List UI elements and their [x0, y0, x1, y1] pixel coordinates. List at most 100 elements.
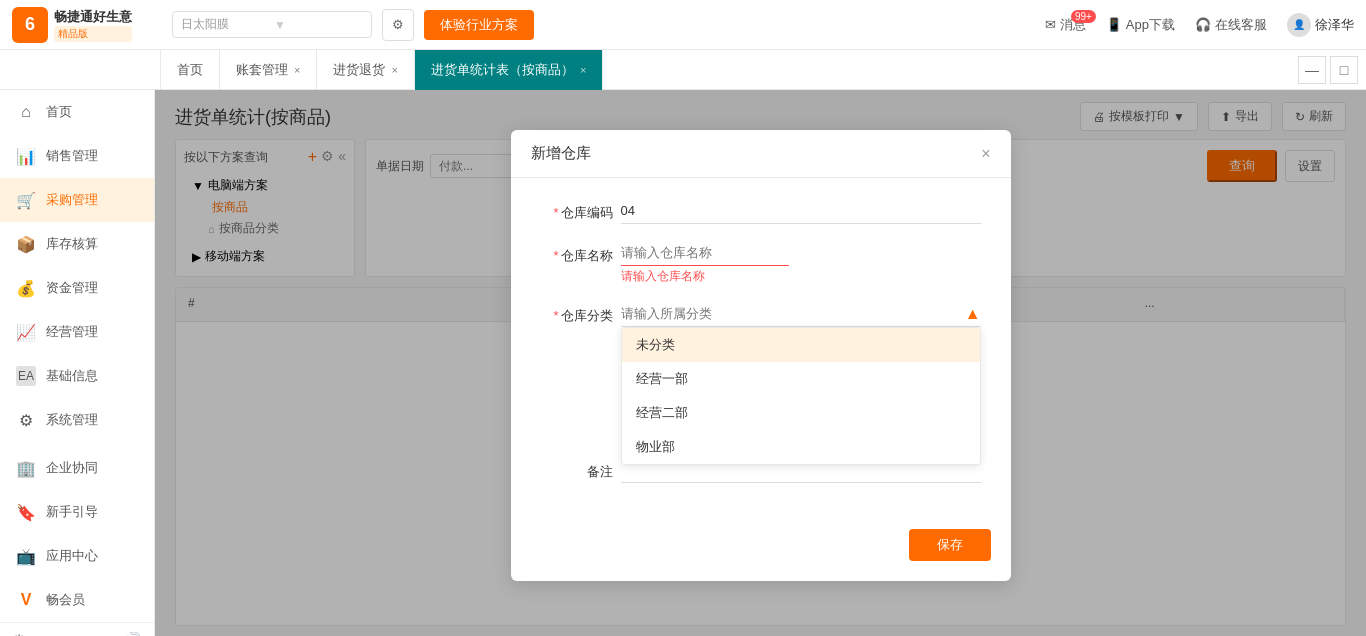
sidebar-item-operation[interactable]: 📈 经营管理 — [0, 310, 154, 354]
save-btn[interactable]: 保存 — [909, 529, 991, 561]
sidebar-inventory-label: 库存核算 — [46, 235, 98, 253]
finance-icon: 💰 — [16, 278, 36, 298]
tab-minimize-btn[interactable]: — — [1298, 56, 1326, 84]
tab-account-label: 账套管理 — [236, 61, 288, 79]
online-service-btn[interactable]: 🎧 在线客服 — [1195, 16, 1267, 34]
search-text: 日太阳膜 — [181, 16, 270, 33]
user-avatar: 👤 — [1287, 13, 1311, 37]
sidebar-item-enterprise[interactable]: 🏢 企业协同 — [0, 446, 154, 490]
sidebar-item-base[interactable]: EA 基础信息 — [0, 354, 154, 398]
modal-title: 新增仓库 — [531, 144, 591, 163]
modal-overlay: 新增仓库 × 仓库编码 仓库名称 — [155, 90, 1366, 636]
sidebar-sound-icon[interactable]: 🔊 — [122, 631, 142, 636]
modal-footer: 保存 — [511, 519, 1011, 581]
sidebar-home-label: 首页 — [46, 103, 72, 121]
messages-btn[interactable]: ✉ 消息 99+ — [1045, 16, 1086, 34]
tab-bar: 首页 账套管理 × 进货退货 × 进货单统计表（按商品） × — □ — [0, 50, 1366, 90]
tab-home[interactable]: 首页 — [160, 50, 220, 90]
sidebar-item-sales[interactable]: 📊 销售管理 — [0, 134, 154, 178]
logo-icon: 6 — [12, 7, 48, 43]
sidebar-vip-label: 畅会员 — [46, 591, 85, 609]
operation-icon: 📈 — [16, 322, 36, 342]
category-label: 仓库分类 — [541, 301, 621, 325]
logo-main-text: 畅捷通好生意 — [54, 8, 132, 26]
inventory-icon: 📦 — [16, 234, 36, 254]
online-service-label: 在线客服 — [1215, 16, 1267, 34]
username: 徐泽华 — [1315, 16, 1354, 34]
tab-purchase-stat[interactable]: 进货单统计表（按商品） × — [415, 50, 603, 90]
apps-icon: 📺 — [16, 546, 36, 566]
guide-icon: 🔖 — [16, 502, 36, 522]
name-label: 仓库名称 — [541, 241, 621, 265]
name-input[interactable] — [621, 240, 789, 266]
sidebar-item-purchase[interactable]: 🛒 采购管理 — [0, 178, 154, 222]
dropdown-item-1[interactable]: 经营一部 — [622, 362, 980, 396]
home-icon: ⌂ — [16, 102, 36, 122]
sidebar-item-finance[interactable]: 💰 资金管理 — [0, 266, 154, 310]
sidebar-item-home[interactable]: ⌂ 首页 — [0, 90, 154, 134]
category-input-wrapper: ▲ — [621, 301, 981, 327]
sidebar-guide-label: 新手引导 — [46, 503, 98, 521]
sidebar-sales-label: 销售管理 — [46, 147, 98, 165]
message-icon: ✉ — [1045, 17, 1056, 32]
main-layout: ⌂ 首页 📊 销售管理 🛒 采购管理 📦 库存核算 💰 资金管理 📈 经营管理 … — [0, 90, 1366, 636]
logo-text: 畅捷通好生意 精品版 — [54, 8, 132, 42]
code-row: 仓库编码 — [541, 198, 981, 224]
sidebar-operation-label: 经营管理 — [46, 323, 98, 341]
settings-icon-btn[interactable]: ⚙ — [382, 9, 414, 41]
dropdown-item-3[interactable]: 物业部 — [622, 430, 980, 464]
tab-right-actions: — □ — [1298, 56, 1366, 84]
sidebar-enterprise-label: 企业协同 — [46, 459, 98, 477]
modal-header: 新增仓库 × — [511, 130, 1011, 178]
dropdown-item-2[interactable]: 经营二部 — [622, 396, 980, 430]
sidebar-settings-icon[interactable]: ⚙ — [12, 631, 26, 636]
logo-area: 6 畅捷通好生意 精品版 — [12, 7, 162, 43]
sidebar-base-label: 基础信息 — [46, 367, 98, 385]
modal-body: 仓库编码 仓库名称 请输入仓库名称 — [511, 178, 1011, 519]
logo-badge: 精品版 — [54, 26, 132, 42]
add-warehouse-modal: 新增仓库 × 仓库编码 仓库名称 — [511, 130, 1011, 581]
enterprise-icon: 🏢 — [16, 458, 36, 478]
code-label: 仓库编码 — [541, 198, 621, 222]
user-area[interactable]: 👤 徐泽华 — [1287, 13, 1354, 37]
trial-btn[interactable]: 体验行业方案 — [424, 10, 534, 40]
category-row: 仓库分类 ▲ 未分类 经营一部 经营二部 物业部 — [541, 301, 981, 327]
tab-maximize-btn[interactable]: □ — [1330, 56, 1358, 84]
dropdown-item-0[interactable]: 未分类 — [622, 328, 980, 362]
sidebar-system-label: 系统管理 — [46, 411, 98, 429]
base-icon: EA — [16, 366, 36, 386]
sidebar-item-apps[interactable]: 📺 应用中心 — [0, 534, 154, 578]
top-header: 6 畅捷通好生意 精品版 日太阳膜 ▼ ⚙ 体验行业方案 ✉ 消息 99+ 📱 … — [0, 0, 1366, 50]
headset-icon: 🎧 — [1195, 17, 1211, 32]
sidebar-item-system[interactable]: ⚙ 系统管理 — [0, 398, 154, 442]
sidebar-item-vip[interactable]: V 畅会员 — [0, 578, 154, 622]
category-input[interactable] — [621, 301, 981, 327]
system-icon: ⚙ — [16, 410, 36, 430]
category-dropdown: 未分类 经营一部 经营二部 物业部 — [621, 327, 981, 465]
code-input[interactable] — [621, 198, 981, 224]
tab-purchase-stat-close[interactable]: × — [580, 64, 586, 76]
tab-account[interactable]: 账套管理 × — [220, 50, 317, 90]
sales-icon: 📊 — [16, 146, 36, 166]
tab-purchase-return-label: 进货退货 — [333, 61, 385, 79]
header-right: ✉ 消息 99+ 📱 App下载 🎧 在线客服 👤 徐泽华 — [1045, 13, 1354, 37]
tab-purchase-return[interactable]: 进货退货 × — [317, 50, 414, 90]
messages-badge: 99+ — [1071, 10, 1096, 23]
tab-purchase-return-close[interactable]: × — [391, 64, 397, 76]
search-bar[interactable]: 日太阳膜 ▼ — [172, 11, 372, 38]
vip-icon: V — [16, 590, 36, 610]
category-toggle-icon[interactable]: ▲ — [965, 305, 981, 323]
app-download-label: App下载 — [1126, 16, 1175, 34]
modal-close-btn[interactable]: × — [981, 145, 990, 163]
sidebar-item-inventory[interactable]: 📦 库存核算 — [0, 222, 154, 266]
tab-purchase-stat-label: 进货单统计表（按商品） — [431, 61, 574, 79]
sidebar-item-guide[interactable]: 🔖 新手引导 — [0, 490, 154, 534]
app-download-btn[interactable]: 📱 App下载 — [1106, 16, 1175, 34]
remark-label: 备注 — [541, 457, 621, 481]
tab-account-close[interactable]: × — [294, 64, 300, 76]
mobile-icon: 📱 — [1106, 17, 1122, 32]
content-area: 进货单统计(按商品) 🖨 按模板打印 ▼ ⬆ 导出 ↻ 刷新 — [155, 90, 1366, 636]
tab-home-label: 首页 — [177, 61, 203, 79]
sidebar-finance-label: 资金管理 — [46, 279, 98, 297]
name-error-msg: 请输入仓库名称 — [621, 268, 705, 285]
